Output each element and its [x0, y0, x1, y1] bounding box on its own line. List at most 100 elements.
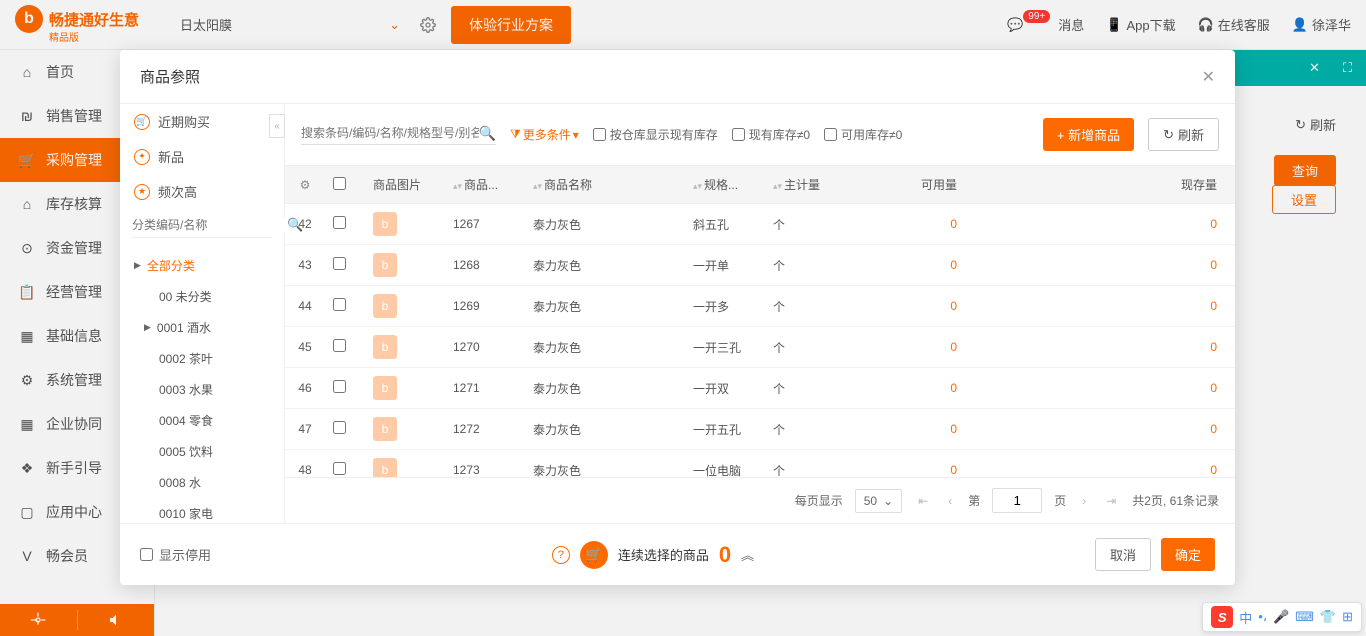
show-disabled-label: 显示停用: [159, 545, 211, 564]
row-index: 45: [285, 327, 325, 368]
checkbox-input[interactable]: [593, 128, 606, 141]
checkbox-input[interactable]: [140, 548, 153, 561]
row-checkbox[interactable]: [333, 462, 346, 475]
row-checkbox[interactable]: [333, 216, 346, 229]
row-checkbox[interactable]: [333, 298, 346, 311]
col-unit[interactable]: ▴▾主计量: [765, 166, 845, 204]
category-item[interactable]: 0008 水: [120, 467, 284, 498]
filter-frequent[interactable]: ★ 频次高: [120, 174, 284, 209]
product-search-input[interactable]: [301, 126, 479, 140]
table-row[interactable]: 44 b 1269 泰力灰色 一开多 个 0 0: [285, 286, 1235, 327]
select-all-checkbox[interactable]: [333, 177, 346, 190]
row-spec: 一开五孔: [685, 409, 765, 450]
product-search: 🔍: [301, 125, 496, 145]
col-available[interactable]: 可用量: [845, 166, 975, 204]
row-spec: 一开双: [685, 368, 765, 409]
row-code: 1267: [445, 204, 525, 245]
row-onhand: 0: [975, 450, 1235, 478]
category-item[interactable]: ▶0001 酒水: [120, 312, 284, 343]
table-row[interactable]: 46 b 1271 泰力灰色 一开双 个 0 0: [285, 368, 1235, 409]
col-settings[interactable]: ⚙: [285, 166, 325, 204]
show-disabled-checkbox[interactable]: 显示停用: [140, 545, 211, 564]
checkbox-by-warehouse[interactable]: 按仓库显示现有库存: [593, 126, 718, 143]
chevron-down-icon: ⌄: [883, 494, 893, 508]
category-item[interactable]: 0002 茶叶: [120, 343, 284, 374]
search-icon[interactable]: 🔍: [479, 125, 496, 142]
filter-frequent-label: 频次高: [158, 182, 197, 201]
ime-mode[interactable]: 中: [1239, 608, 1252, 627]
row-checkbox[interactable]: [333, 380, 346, 393]
ime-skin-icon[interactable]: 👕: [1320, 609, 1336, 625]
row-spec: 一开三孔: [685, 327, 765, 368]
category-item[interactable]: 0003 水果: [120, 374, 284, 405]
ime-logo-icon[interactable]: S: [1211, 606, 1233, 628]
col-name[interactable]: ▴▾商品名称: [525, 166, 685, 204]
checkbox-input[interactable]: [824, 128, 837, 141]
row-available: 0: [845, 368, 975, 409]
product-table: ⚙ 商品图片 ▴▾商品... ▴▾商品名称 ▴▾规格... ▴▾主计量 可用量 …: [285, 166, 1235, 477]
checkbox-input[interactable]: [732, 128, 745, 141]
row-checkbox[interactable]: [333, 421, 346, 434]
category-search-input[interactable]: [132, 218, 287, 232]
table-row[interactable]: 47 b 1272 泰力灰色 一开五孔 个 0 0: [285, 409, 1235, 450]
row-checkbox[interactable]: [333, 339, 346, 352]
row-onhand: 0: [975, 327, 1235, 368]
category-item[interactable]: 00 未分类: [120, 281, 284, 312]
col-spec[interactable]: ▴▾规格...: [685, 166, 765, 204]
ime-keyboard-icon[interactable]: ⌨: [1295, 609, 1314, 625]
row-onhand: 0: [975, 286, 1235, 327]
add-product-button[interactable]: + 新增商品: [1043, 118, 1134, 151]
category-search: 🔍: [132, 217, 272, 238]
checkbox-label: 可用库存≠0: [841, 126, 902, 143]
category-item[interactable]: 0004 零食: [120, 405, 284, 436]
ime-punct-icon[interactable]: •،: [1258, 609, 1267, 625]
help-icon[interactable]: ?: [552, 546, 570, 564]
product-table-wrap[interactable]: ⚙ 商品图片 ▴▾商品... ▴▾商品名称 ▴▾规格... ▴▾主计量 可用量 …: [285, 166, 1235, 477]
col-onhand[interactable]: 现存量: [975, 166, 1235, 204]
filter-new-label: 新品: [158, 147, 184, 166]
filter-new[interactable]: ✦ 新品: [120, 139, 284, 174]
row-onhand: 0: [975, 204, 1235, 245]
prev-page-button[interactable]: ‹: [944, 492, 956, 510]
cancel-button[interactable]: 取消: [1095, 538, 1151, 571]
col-code[interactable]: ▴▾商品...: [445, 166, 525, 204]
sort-icon: ▴▾: [453, 184, 462, 189]
row-index: 46: [285, 368, 325, 409]
collapse-handle[interactable]: «: [269, 114, 285, 138]
row-unit: 个: [765, 409, 845, 450]
expand-up-icon[interactable]: ︽: [741, 545, 754, 564]
row-unit: 个: [765, 327, 845, 368]
filter-recent[interactable]: 🛒 近期购买: [120, 104, 284, 139]
search-icon[interactable]: 🔍: [287, 217, 303, 233]
checkbox-onhand-nonzero[interactable]: 现有库存≠0: [732, 126, 810, 143]
per-page-label: 每页显示: [795, 492, 843, 509]
table-row[interactable]: 45 b 1270 泰力灰色 一开三孔 个 0 0: [285, 327, 1235, 368]
category-item[interactable]: 0010 家电: [120, 498, 284, 523]
modal-close-icon[interactable]: ✕: [1202, 67, 1215, 87]
table-row[interactable]: 43 b 1268 泰力灰色 一开单 个 0 0: [285, 245, 1235, 286]
category-label: 0002 茶叶: [159, 350, 213, 367]
row-name: 泰力灰色: [525, 204, 685, 245]
checkbox-available-nonzero[interactable]: 可用库存≠0: [824, 126, 902, 143]
triangle-right-icon: ▶: [144, 322, 151, 333]
more-filter-button[interactable]: ⧩ 更多条件 ▾: [510, 126, 579, 143]
ime-toolbox-icon[interactable]: ⊞: [1342, 609, 1353, 625]
table-row[interactable]: 42 b 1267 泰力灰色 斜五孔 个 0 0: [285, 204, 1235, 245]
page-label-pre: 第: [968, 492, 980, 509]
confirm-button[interactable]: 确定: [1161, 538, 1215, 571]
table-row[interactable]: 48 b 1273 泰力灰色 一位电脑 个 0 0: [285, 450, 1235, 478]
last-page-button[interactable]: ⇥: [1102, 492, 1120, 510]
row-code: 1273: [445, 450, 525, 478]
per-page-select[interactable]: 50 ⌄: [855, 489, 902, 513]
page-input[interactable]: [992, 488, 1042, 513]
row-checkbox[interactable]: [333, 257, 346, 270]
col-checkbox: [325, 166, 365, 204]
selected-label: 连续选择的商品: [618, 545, 709, 564]
ime-mic-icon[interactable]: 🎤: [1273, 609, 1289, 625]
row-index: 43: [285, 245, 325, 286]
refresh-button[interactable]: ↻ 刷新: [1148, 118, 1219, 151]
next-page-button[interactable]: ›: [1078, 492, 1090, 510]
category-item[interactable]: 0005 饮料: [120, 436, 284, 467]
first-page-button[interactable]: ⇤: [914, 492, 932, 510]
category-all[interactable]: ▶ 全部分类: [120, 250, 284, 281]
